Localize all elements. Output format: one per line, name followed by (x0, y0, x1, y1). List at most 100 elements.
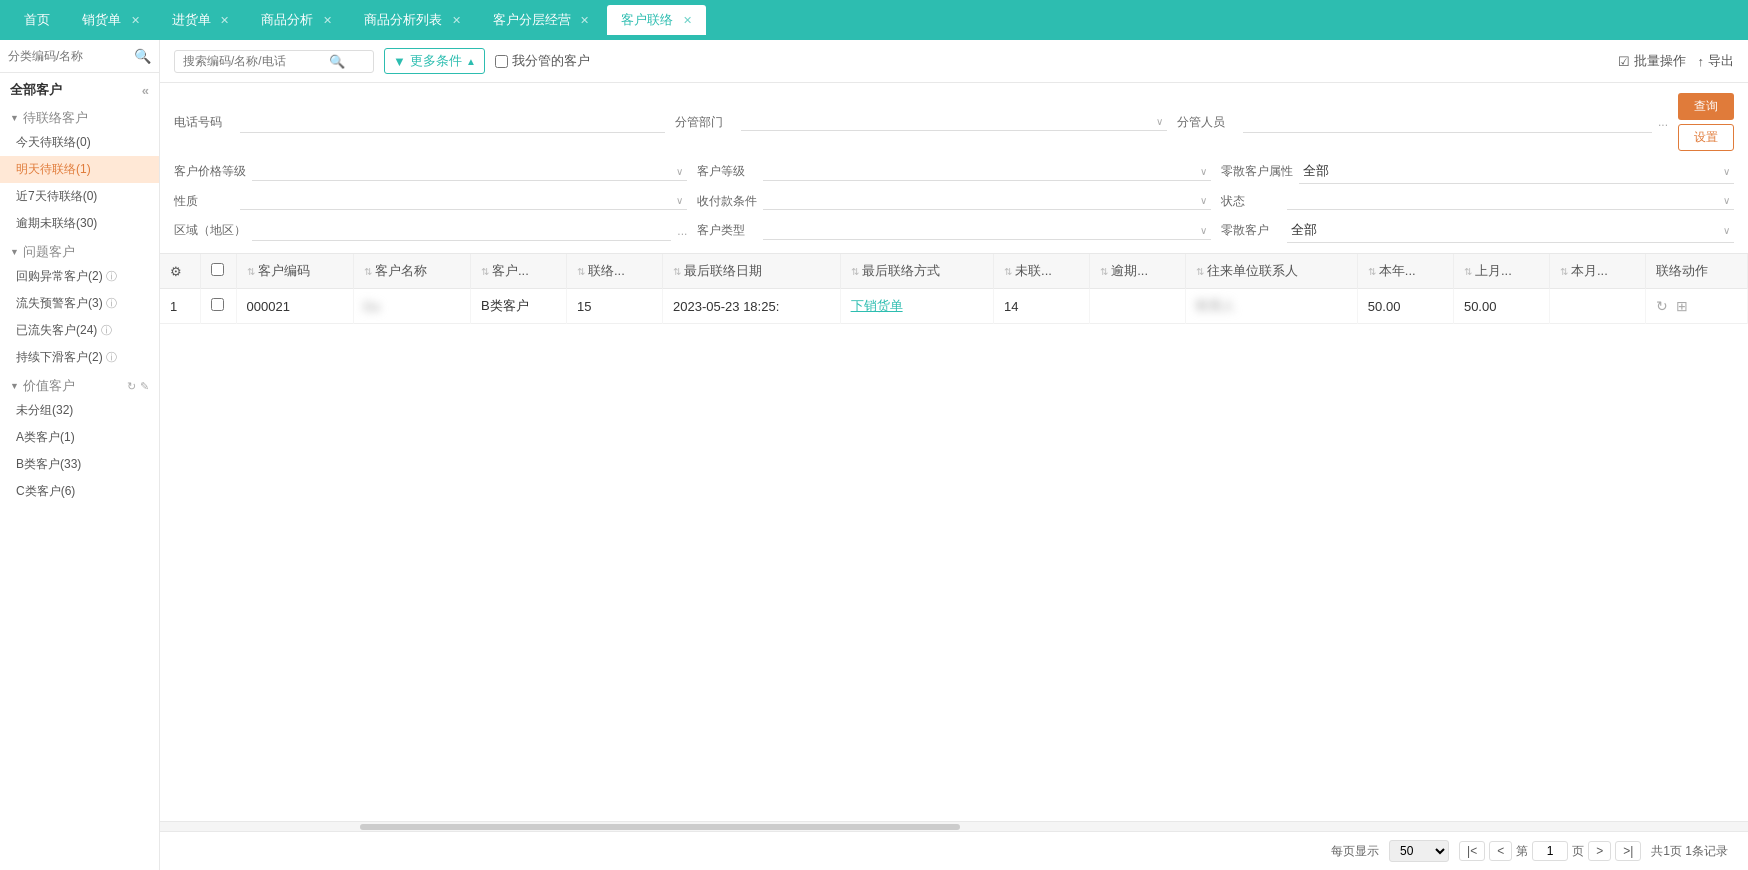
settings-gear-icon[interactable]: ⚙ (170, 264, 182, 279)
filter-action-col: 查询 设置 (1678, 93, 1734, 151)
th-name: ⇅客户名称 (353, 254, 470, 289)
total-info: 共1页 1条记录 (1651, 843, 1728, 860)
horizontal-scrollbar[interactable] (160, 821, 1748, 831)
sidebar-item-churned[interactable]: 已流失客户(24) ⓘ (0, 317, 159, 344)
customer-level-filter-select[interactable]: ∨ (763, 163, 1210, 181)
payment-filter-select[interactable]: ∨ (763, 192, 1210, 210)
person-more-icon[interactable]: ... (1658, 115, 1668, 129)
phone-filter-input[interactable] (240, 112, 665, 133)
close-product-analysis-icon[interactable]: ✕ (323, 14, 332, 26)
per-page-label: 每页显示 (1331, 843, 1379, 860)
contact-action-icon[interactable]: ↻ (1656, 298, 1668, 314)
batch-operation-button[interactable]: ☑ 批量操作 (1618, 52, 1686, 70)
nav-product-analysis[interactable]: 商品分析 ✕ (247, 5, 346, 35)
nature-filter-label: 性质 (174, 193, 234, 210)
first-page-button[interactable]: |< (1459, 841, 1485, 861)
sidebar-search-input[interactable] (8, 49, 130, 63)
sidebar-item-repurchase-anomaly[interactable]: 回购异常客户(2) ⓘ (0, 263, 159, 290)
price-level-filter-field: 客户价格等级 ∨ (174, 163, 687, 181)
nav-purchase-order[interactable]: 进货单 ✕ (158, 5, 244, 35)
export-button[interactable]: ↑ 导出 (1698, 52, 1735, 70)
page-navigation: |< < 第 页 > >| (1459, 841, 1641, 861)
select-all-checkbox[interactable] (211, 263, 224, 276)
problem-group-text: 问题客户 (23, 243, 75, 261)
retail-customer-filter-field: 零散客户 全部 ∨ (1221, 218, 1734, 243)
td-name: Ea (353, 289, 470, 324)
th-settings: ⚙ (160, 254, 200, 289)
th-unit-contact: ⇅往来单位联系人 (1186, 254, 1358, 289)
status-filter-select[interactable]: ∨ (1287, 192, 1734, 210)
last-contact-method-link[interactable]: 下销货单 (851, 298, 903, 313)
nav-sales-order[interactable]: 销货单 ✕ (68, 5, 154, 35)
retail-customer-filter-select[interactable]: 全部 ∨ (1287, 218, 1734, 243)
query-button[interactable]: 查询 (1678, 93, 1734, 120)
value-edit-icon[interactable]: ✎ (140, 380, 149, 393)
info-icon-2: ⓘ (106, 297, 117, 309)
nav-customer-segmentation[interactable]: 客户分层经营 ✕ (479, 5, 604, 35)
nature-filter-field: 性质 ∨ (174, 192, 687, 210)
close-customer-segmentation-icon[interactable]: ✕ (580, 14, 589, 26)
settings-button[interactable]: 设置 (1678, 124, 1734, 151)
payment-chevron-icon: ∨ (1200, 195, 1207, 206)
sidebar-item-c-type[interactable]: C类客户(6) (0, 478, 159, 505)
more-action-icon[interactable]: ⊞ (1676, 298, 1688, 314)
sidebar-item-b-type[interactable]: B类客户(33) (0, 451, 159, 478)
my-customer-checkbox-label[interactable]: 我分管的客户 (495, 52, 590, 70)
customer-type-filter-select[interactable]: ∨ (763, 222, 1210, 240)
area-filter-input[interactable] (252, 220, 671, 241)
next-page-button[interactable]: > (1588, 841, 1611, 861)
sidebar-item-overdue-contact[interactable]: 逾期未联络(30) (0, 210, 159, 237)
sidebar-item-a-type[interactable]: A类客户(1) (0, 424, 159, 451)
my-customer-label: 我分管的客户 (512, 52, 590, 70)
retail-attr-filter-field: 零散客户属性 全部 ∨ (1221, 159, 1734, 184)
sort-not-icon: ⇅ (1004, 266, 1012, 277)
sidebar-item-today-contact[interactable]: 今天待联络(0) (0, 129, 159, 156)
nature-filter-select[interactable]: ∨ (240, 192, 687, 210)
sidebar-search-icon[interactable]: 🔍 (134, 48, 151, 64)
close-product-analysis-list-icon[interactable]: ✕ (452, 14, 461, 26)
nav-customer-contact[interactable]: 客户联络 ✕ (607, 5, 706, 35)
price-level-filter-select[interactable]: ∨ (252, 163, 687, 181)
sidebar: 🔍 全部客户 « ▼ 待联络客户 今天待联络(0) 明天待联络(1) 近7天待联… (0, 40, 160, 870)
my-customer-checkbox[interactable] (495, 55, 508, 68)
collapse-icon[interactable]: « (142, 83, 149, 98)
more-filter-button[interactable]: ▼ 更多条件 ▲ (384, 48, 485, 74)
th-not-contacted: ⇅未联... (994, 254, 1090, 289)
sidebar-item-declining[interactable]: 持续下滑客户(2) ⓘ (0, 344, 159, 371)
export-icon: ↑ (1698, 54, 1705, 69)
status-filter-label: 状态 (1221, 193, 1281, 210)
scrollbar-thumb[interactable] (360, 824, 960, 830)
per-page-select[interactable]: 50 (1389, 840, 1449, 862)
person-filter-field: 分管人员 ... (1177, 112, 1668, 133)
prev-page-button[interactable]: < (1489, 841, 1512, 861)
sidebar-item-tomorrow-contact[interactable]: 明天待联络(1) (0, 156, 159, 183)
row-checkbox[interactable] (211, 298, 224, 311)
problem-triangle-icon: ▼ (10, 247, 19, 257)
page-input[interactable] (1532, 841, 1568, 861)
close-customer-contact-icon[interactable]: ✕ (683, 14, 692, 26)
td-this-year: 50.00 (1357, 289, 1453, 324)
customer-level-filter-label: 客户等级 (697, 163, 757, 180)
sidebar-item-ungrouped[interactable]: 未分组(32) (0, 397, 159, 424)
search-input[interactable] (183, 54, 323, 68)
sidebar-item-7days-contact[interactable]: 近7天待联络(0) (0, 183, 159, 210)
dept-filter-select[interactable]: ∨ (741, 113, 1166, 131)
main-layout: 🔍 全部客户 « ▼ 待联络客户 今天待联络(0) 明天待联络(1) 近7天待联… (0, 40, 1748, 870)
last-page-button[interactable]: >| (1615, 841, 1641, 861)
area-more-icon[interactable]: ... (677, 224, 687, 238)
close-sales-order-icon[interactable]: ✕ (131, 14, 140, 26)
nav-product-analysis-list[interactable]: 商品分析列表 ✕ (350, 5, 475, 35)
th-this-year: ⇅本年... (1357, 254, 1453, 289)
nav-home[interactable]: 首页 (10, 5, 64, 35)
toolbar-search-icon[interactable]: 🔍 (329, 54, 345, 69)
value-refresh-icon[interactable]: ↻ (127, 380, 136, 393)
retail-attr-filter-select[interactable]: 全部 ∨ (1299, 159, 1734, 184)
person-filter-input[interactable] (1243, 112, 1652, 133)
sidebar-item-churn-warning[interactable]: 流失预警客户(3) ⓘ (0, 290, 159, 317)
area-filter-field: 区域（地区） ... (174, 220, 687, 241)
retail-customer-chevron-icon: ∨ (1723, 225, 1730, 236)
sort-type-icon: ⇅ (481, 266, 489, 277)
content-area: 🔍 ▼ 更多条件 ▲ 我分管的客户 ☑ 批量操作 ↑ 导出 (160, 40, 1748, 870)
close-purchase-order-icon[interactable]: ✕ (220, 14, 229, 26)
price-level-filter-label: 客户价格等级 (174, 163, 246, 180)
